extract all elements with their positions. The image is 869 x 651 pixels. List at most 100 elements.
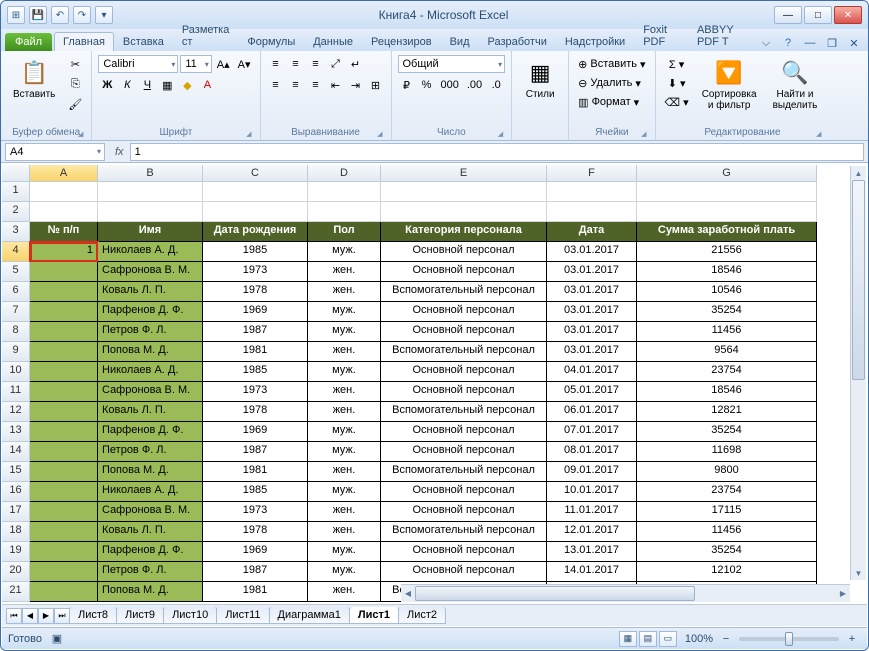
row-header-9[interactable]: 9 <box>2 342 30 362</box>
tab-home[interactable]: Главная <box>54 32 114 51</box>
cell-num[interactable] <box>30 542 98 562</box>
find-select-button[interactable]: 🔍 Найти и выделить <box>767 55 824 113</box>
cell-category[interactable]: Основной персонал <box>381 422 547 442</box>
cell-salary[interactable]: 11456 <box>637 322 817 342</box>
row-header-15[interactable]: 15 <box>2 462 30 482</box>
cell-year[interactable]: 1973 <box>203 262 308 282</box>
cell-category[interactable]: Основной персонал <box>381 482 547 502</box>
cell-salary[interactable]: 17115 <box>637 502 817 522</box>
horizontal-scrollbar[interactable]: ◀ ▶ <box>401 584 850 602</box>
name-box[interactable]: A4 <box>5 143 105 161</box>
grow-font-icon[interactable]: A▴ <box>214 55 233 73</box>
italic-button[interactable]: К <box>118 76 136 94</box>
sheet-tab[interactable]: Лист11 <box>216 607 269 624</box>
cell-gender[interactable]: жен. <box>308 502 381 522</box>
row-header-21[interactable]: 21 <box>2 582 30 602</box>
cell-salary[interactable]: 35254 <box>637 422 817 442</box>
cell-year[interactable]: 1973 <box>203 502 308 522</box>
cell-salary[interactable]: 11698 <box>637 442 817 462</box>
orientation-icon[interactable]: ⤢ <box>327 55 345 73</box>
sheet-tab[interactable]: Лист2 <box>398 607 446 624</box>
sheet-tab[interactable]: Лист1 <box>349 607 399 624</box>
underline-button[interactable]: Ч <box>138 76 156 94</box>
row-header-5[interactable]: 5 <box>2 262 30 282</box>
cell[interactable] <box>381 182 547 202</box>
cell-category[interactable]: Основной персонал <box>381 242 547 262</box>
clear-icon[interactable]: ⌫ ▾ <box>662 93 692 111</box>
cell-year[interactable]: 1985 <box>203 362 308 382</box>
bold-button[interactable]: Ж <box>98 76 116 94</box>
row-header-13[interactable]: 13 <box>2 422 30 442</box>
cell-gender[interactable]: жен. <box>308 582 381 602</box>
cell-name[interactable]: Коваль Л. П. <box>98 402 203 422</box>
save-button[interactable]: 💾 <box>29 6 47 24</box>
cell-category[interactable]: Основной персонал <box>381 362 547 382</box>
cell-date[interactable]: 14.01.2017 <box>547 562 637 582</box>
cell-num[interactable] <box>30 522 98 542</box>
cell-category[interactable]: Вспомогательный персонал <box>381 342 547 362</box>
close-button[interactable]: ✕ <box>834 6 862 24</box>
number-format-combo[interactable]: Общий <box>398 55 506 73</box>
cell-year[interactable]: 1978 <box>203 282 308 302</box>
cell[interactable] <box>30 202 98 222</box>
tab-foxit[interactable]: Foxit PDF <box>634 20 688 51</box>
cell-gender[interactable]: муж. <box>308 442 381 462</box>
merge-icon[interactable]: ⊞ <box>367 76 385 94</box>
file-tab[interactable]: Файл <box>5 33 52 51</box>
cell-name[interactable]: Попова М. Д. <box>98 342 203 362</box>
cell-name[interactable]: Николаев А. Д. <box>98 482 203 502</box>
cell-gender[interactable]: муж. <box>308 302 381 322</box>
maximize-button[interactable]: □ <box>804 6 832 24</box>
cell-num[interactable] <box>30 282 98 302</box>
tab-review[interactable]: Рецензиров <box>362 32 441 51</box>
cell-category[interactable]: Основной персонал <box>381 442 547 462</box>
wrap-text-icon[interactable]: ↵ <box>347 55 365 73</box>
cell-year[interactable]: 1978 <box>203 522 308 542</box>
cell-category[interactable]: Вспомогательный персонал <box>381 282 547 302</box>
tab-layout[interactable]: Разметка ст <box>173 20 239 51</box>
autosum-icon[interactable]: Σ ▾ <box>662 55 692 73</box>
cell-category[interactable]: Основной персонал <box>381 382 547 402</box>
cell-date[interactable]: 08.01.2017 <box>547 442 637 462</box>
cell-year[interactable]: 1969 <box>203 542 308 562</box>
cell[interactable] <box>98 202 203 222</box>
cell-num[interactable] <box>30 322 98 342</box>
cell-year[interactable]: 1987 <box>203 442 308 462</box>
scroll-left-icon[interactable]: ◀ <box>401 585 415 602</box>
cell-salary[interactable]: 35254 <box>637 542 817 562</box>
cell-salary[interactable]: 12102 <box>637 562 817 582</box>
row-header-4[interactable]: 4 <box>2 242 30 262</box>
macro-record-icon[interactable]: ▣ <box>48 630 66 648</box>
cell-num[interactable] <box>30 342 98 362</box>
cell-num[interactable] <box>30 362 98 382</box>
row-header-20[interactable]: 20 <box>2 562 30 582</box>
minimize-ribbon-icon[interactable]: ⌵ <box>758 35 774 51</box>
cut-button[interactable]: ✂ <box>65 55 85 73</box>
percent-icon[interactable]: % <box>418 76 436 94</box>
align-mid-icon[interactable]: ≡ <box>287 55 305 73</box>
cell-date[interactable]: 10.01.2017 <box>547 482 637 502</box>
cell-num[interactable] <box>30 482 98 502</box>
excel-icon[interactable]: ⊞ <box>7 6 25 24</box>
cell-num[interactable] <box>30 462 98 482</box>
table-header[interactable]: № п/п <box>30 222 98 242</box>
border-button[interactable]: ▦ <box>158 76 176 94</box>
cell-name[interactable]: Парфенов Д. Ф. <box>98 302 203 322</box>
align-center-icon[interactable]: ≡ <box>287 76 305 94</box>
fill-icon[interactable]: ⬇ ▾ <box>662 74 692 92</box>
view-normal-icon[interactable]: ▦ <box>619 631 637 647</box>
cell-date[interactable]: 03.01.2017 <box>547 242 637 262</box>
row-header-7[interactable]: 7 <box>2 302 30 322</box>
scroll-thumb[interactable] <box>415 586 695 601</box>
cell-year[interactable]: 1981 <box>203 462 308 482</box>
cell-date[interactable]: 05.01.2017 <box>547 382 637 402</box>
cell-num[interactable] <box>30 502 98 522</box>
cell-gender[interactable]: жен. <box>308 262 381 282</box>
row-header-3[interactable]: 3 <box>2 222 30 242</box>
align-right-icon[interactable]: ≡ <box>307 76 325 94</box>
cell-gender[interactable]: муж. <box>308 542 381 562</box>
help-icon[interactable]: ? <box>780 35 796 51</box>
col-header-F[interactable]: F <box>547 165 637 182</box>
font-size-combo[interactable]: 11 <box>180 55 211 73</box>
table-header[interactable]: Сумма заработной плать <box>637 222 817 242</box>
